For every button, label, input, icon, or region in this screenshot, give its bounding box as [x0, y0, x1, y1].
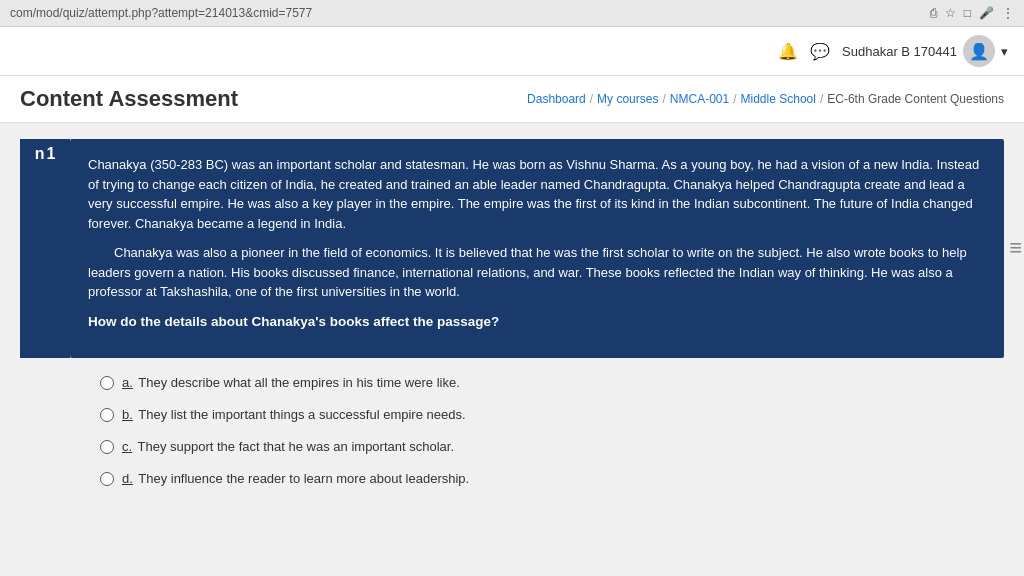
- avatar-icon: 👤: [969, 42, 989, 61]
- question-box: Chanakya (350-283 BC) was an important s…: [70, 139, 1004, 358]
- question-row: n 1 Chanakya (350-283 BC) was an importa…: [20, 139, 1004, 358]
- browser-icons: ⎙ ☆ □ 🎤 ⋮: [930, 6, 1014, 20]
- option-c-letter: c.: [122, 439, 132, 454]
- scroll-indicator: ≡: [1009, 235, 1022, 261]
- star-icon[interactable]: ☆: [945, 6, 956, 20]
- breadcrumb-dashboard[interactable]: Dashboard: [527, 92, 586, 106]
- main-wrapper: n 1 Chanakya (350-283 BC) was an importa…: [0, 123, 1024, 521]
- top-nav-right: 🔔 💬 Sudhakar B 170441 👤 ▾: [778, 35, 1008, 67]
- mic-icon[interactable]: 🎤: [979, 6, 994, 20]
- radio-c[interactable]: [100, 440, 114, 454]
- breadcrumb-sep-2: /: [662, 92, 665, 106]
- user-menu-arrow[interactable]: ▾: [1001, 44, 1008, 59]
- browser-url: com/mod/quiz/attempt.php?attempt=214013&…: [10, 6, 312, 20]
- radio-b[interactable]: [100, 408, 114, 422]
- option-d[interactable]: d. They influence the reader to learn mo…: [100, 470, 984, 488]
- option-b[interactable]: b. They list the important things a succ…: [100, 406, 984, 424]
- breadcrumb-mycourses[interactable]: My courses: [597, 92, 658, 106]
- question-number-label: n: [35, 145, 45, 163]
- question-content-area: Chanakya (350-283 BC) was an important s…: [70, 139, 1004, 358]
- option-d-text: d. They influence the reader to learn mo…: [122, 470, 469, 488]
- site-header: Content Assessment Dashboard / My course…: [0, 76, 1024, 123]
- option-c[interactable]: c. They support the fact that he was an …: [100, 438, 984, 456]
- browser-bar: com/mod/quiz/attempt.php?attempt=214013&…: [0, 0, 1024, 27]
- option-c-text: c. They support the fact that he was an …: [122, 438, 454, 456]
- option-b-letter: b.: [122, 407, 133, 422]
- option-b-text: b. They list the important things a succ…: [122, 406, 466, 424]
- passage-paragraph-2: Chanakya was also a pioneer in the field…: [88, 243, 986, 302]
- option-a[interactable]: a. They describe what all the empires in…: [100, 374, 984, 392]
- user-info: Sudhakar B 170441 👤 ▾: [842, 35, 1008, 67]
- radio-a[interactable]: [100, 376, 114, 390]
- breadcrumb-middleschool[interactable]: Middle School: [741, 92, 816, 106]
- site-title: Content Assessment: [20, 86, 238, 112]
- notification-bell-icon[interactable]: 🔔: [778, 42, 798, 61]
- passage-paragraph-1: Chanakya (350-283 BC) was an important s…: [88, 155, 986, 233]
- avatar[interactable]: 👤: [963, 35, 995, 67]
- question-number-value: 1: [46, 145, 55, 163]
- option-a-text: a. They describe what all the empires in…: [122, 374, 460, 392]
- top-nav: 🔔 💬 Sudhakar B 170441 👤 ▾: [0, 27, 1024, 76]
- breadcrumb-current: EC-6th Grade Content Questions: [827, 92, 1004, 106]
- share-icon[interactable]: ⎙: [930, 6, 937, 20]
- option-a-letter: a.: [122, 375, 133, 390]
- more-icon[interactable]: ⋮: [1002, 6, 1014, 20]
- radio-d[interactable]: [100, 472, 114, 486]
- breadcrumb: Dashboard / My courses / NMCA-001 / Midd…: [527, 92, 1004, 106]
- answer-options: a. They describe what all the empires in…: [20, 358, 1004, 505]
- question-number-badge: n 1: [20, 139, 70, 358]
- option-d-letter: d.: [122, 471, 133, 486]
- breadcrumb-sep-3: /: [733, 92, 736, 106]
- username-label: Sudhakar B 170441: [842, 44, 957, 59]
- breadcrumb-sep-1: /: [590, 92, 593, 106]
- messages-icon[interactable]: 💬: [810, 42, 830, 61]
- breadcrumb-nmca[interactable]: NMCA-001: [670, 92, 729, 106]
- breadcrumb-sep-4: /: [820, 92, 823, 106]
- window-icon[interactable]: □: [964, 6, 971, 20]
- question-prompt: How do the details about Chanakya's book…: [88, 312, 986, 332]
